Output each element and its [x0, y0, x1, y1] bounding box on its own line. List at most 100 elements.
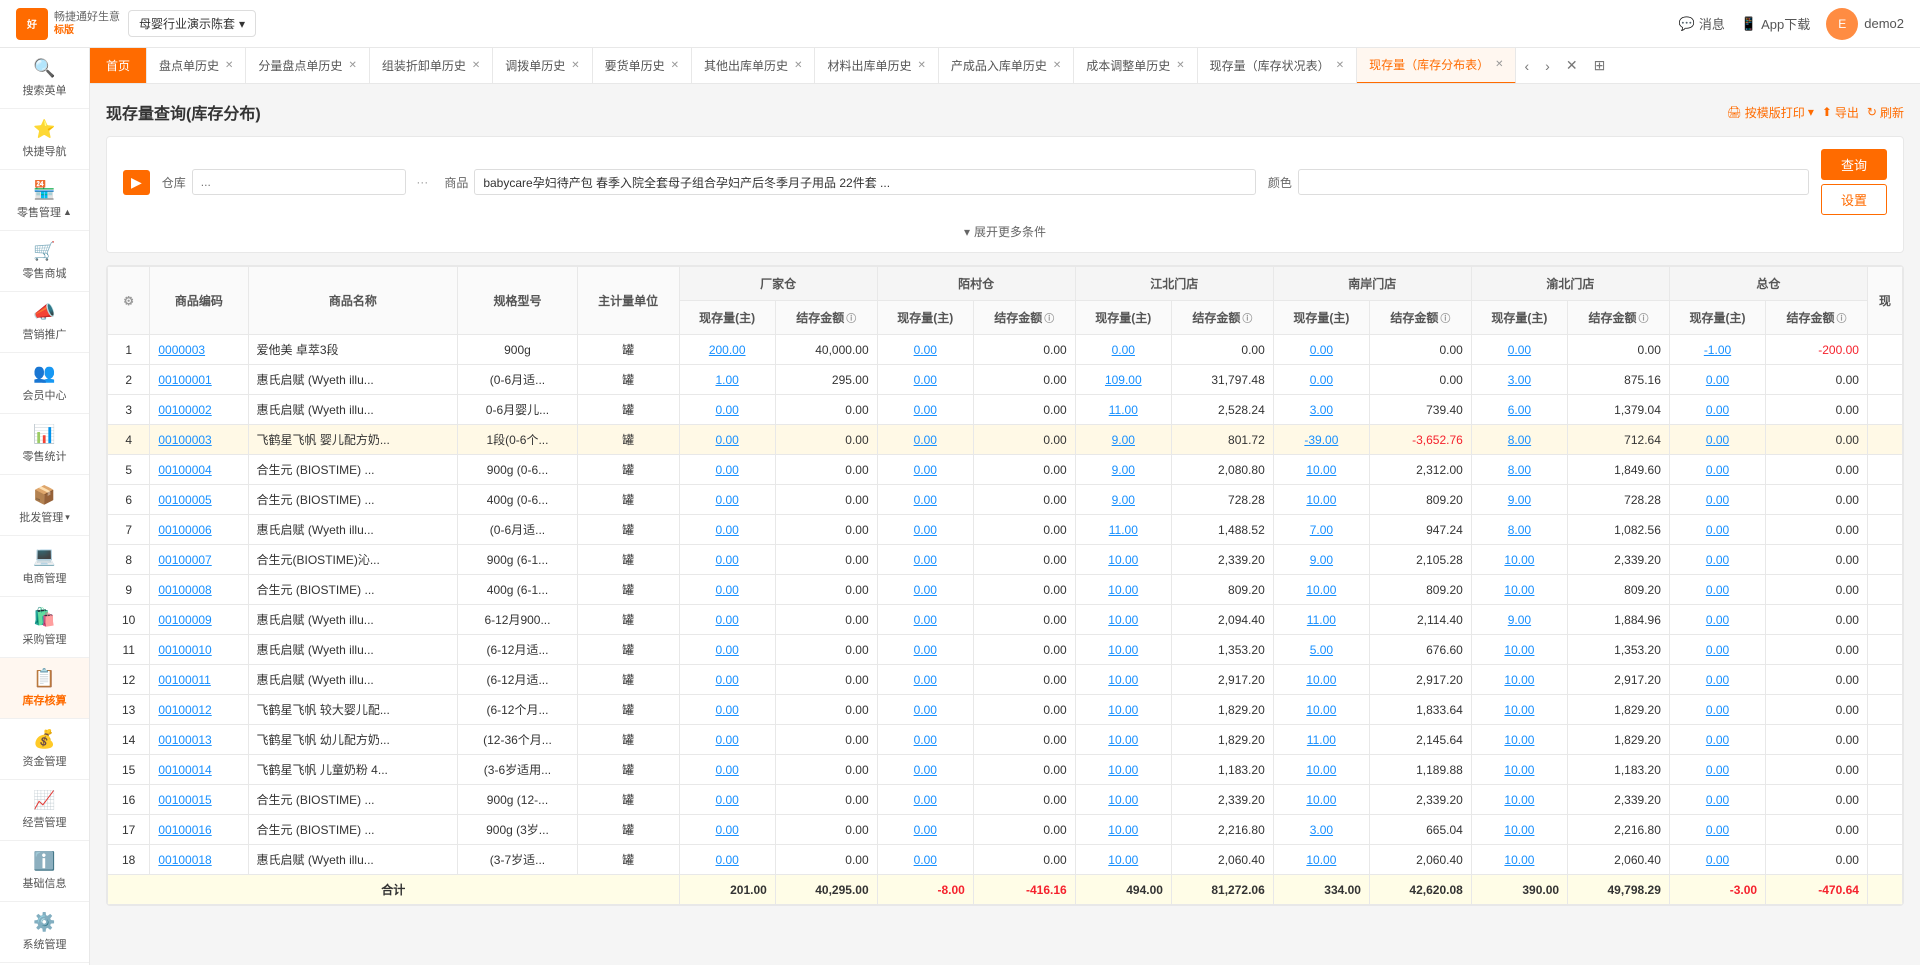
row-changejia-qty[interactable]: 0.00 [679, 785, 775, 815]
row-mucun-qty[interactable]: 0.00 [877, 545, 973, 575]
tab-product-in[interactable]: 产成品入库单历史 ✕ [939, 48, 1074, 84]
row-jiangbei-qty[interactable]: 10.00 [1075, 605, 1171, 635]
tab-close-split-inventory[interactable]: ✕ [348, 60, 356, 71]
row-changejia-qty[interactable]: 0.00 [679, 755, 775, 785]
row-mucun-qty[interactable]: 0.00 [877, 815, 973, 845]
row-code[interactable]: 00100018 [150, 845, 248, 875]
sidebar-item-ecommerce[interactable]: 💻 电商管理 [0, 536, 89, 597]
row-code[interactable]: 00100013 [150, 725, 248, 755]
tab-transfer[interactable]: 调拨单历史 ✕ [493, 48, 592, 84]
row-jiangbei-qty[interactable]: 10.00 [1075, 785, 1171, 815]
row-changejia-qty[interactable]: 0.00 [679, 665, 775, 695]
row-jiangbei-qty[interactable]: 10.00 [1075, 725, 1171, 755]
tab-close-material-out[interactable]: ✕ [917, 60, 925, 71]
row-jiangbei-qty[interactable]: 9.00 [1075, 455, 1171, 485]
tab-current-stock[interactable]: 现存量（库存状况表） ✕ [1198, 48, 1357, 84]
row-mucun-qty[interactable]: 0.00 [877, 695, 973, 725]
row-yubei-qty[interactable]: 10.00 [1471, 845, 1567, 875]
row-jiangbei-qty[interactable]: 10.00 [1075, 695, 1171, 725]
row-mucun-qty[interactable]: 0.00 [877, 335, 973, 365]
row-code[interactable]: 00100014 [150, 755, 248, 785]
row-jiangbei-qty[interactable]: 10.00 [1075, 635, 1171, 665]
row-yubei-qty[interactable]: 10.00 [1471, 815, 1567, 845]
row-mucun-qty[interactable]: 0.00 [877, 785, 973, 815]
row-code[interactable]: 00100009 [150, 605, 248, 635]
row-changejia-qty[interactable]: 0.00 [679, 605, 775, 635]
row-nanan-qty[interactable]: 5.00 [1273, 635, 1369, 665]
row-nanan-qty[interactable]: 10.00 [1273, 575, 1369, 605]
row-mucun-qty[interactable]: 0.00 [877, 845, 973, 875]
industry-select[interactable]: 母婴行业演示陈套 ▾ [128, 10, 256, 37]
sidebar-item-purchase[interactable]: 🛍️ 采购管理 [0, 597, 89, 658]
row-jiangbei-qty[interactable]: 0.00 [1075, 335, 1171, 365]
row-jiangbei-qty[interactable]: 10.00 [1075, 545, 1171, 575]
row-zongcang-qty[interactable]: 0.00 [1669, 575, 1765, 605]
row-mucun-qty[interactable]: 0.00 [877, 485, 973, 515]
info-icon4[interactable]: ⓘ [1440, 314, 1450, 325]
row-jiangbei-qty[interactable]: 10.00 [1075, 575, 1171, 605]
row-yubei-qty[interactable]: 10.00 [1471, 545, 1567, 575]
row-yubei-qty[interactable]: 3.00 [1471, 365, 1567, 395]
row-mucun-qty[interactable]: 0.00 [877, 395, 973, 425]
tab-close-other-out[interactable]: ✕ [794, 60, 802, 71]
row-yubei-qty[interactable]: 10.00 [1471, 695, 1567, 725]
row-changejia-qty[interactable]: 1.00 [679, 365, 775, 395]
info-icon1[interactable]: ⓘ [846, 314, 856, 325]
info-icon5[interactable]: ⓘ [1638, 314, 1648, 325]
row-jiangbei-qty[interactable]: 9.00 [1075, 485, 1171, 515]
row-changejia-qty[interactable]: 0.00 [679, 575, 775, 605]
row-changejia-qty[interactable]: 0.00 [679, 845, 775, 875]
row-nanan-qty[interactable]: 10.00 [1273, 485, 1369, 515]
row-zongcang-qty[interactable]: 0.00 [1669, 815, 1765, 845]
row-zongcang-qty[interactable]: 0.00 [1669, 695, 1765, 725]
warehouse-input[interactable] [192, 169, 407, 195]
row-nanan-qty[interactable]: 10.00 [1273, 845, 1369, 875]
row-nanan-qty[interactable]: 11.00 [1273, 725, 1369, 755]
setting-btn[interactable]: 设置 [1821, 184, 1887, 215]
row-changejia-qty[interactable]: 0.00 [679, 515, 775, 545]
sidebar-item-operations[interactable]: 📈 经营管理 [0, 780, 89, 841]
sidebar-item-retail-mgmt[interactable]: 🏪 零售管理 ▲ [0, 170, 89, 231]
row-code[interactable]: 00100016 [150, 815, 248, 845]
row-nanan-qty[interactable]: 10.00 [1273, 695, 1369, 725]
row-code[interactable]: 00100012 [150, 695, 248, 725]
expand-more-btn[interactable]: ▾ 展开更多条件 [123, 223, 1887, 240]
row-yubei-qty[interactable]: 10.00 [1471, 635, 1567, 665]
sidebar-item-member[interactable]: 👥 会员中心 [0, 353, 89, 414]
row-nanan-qty[interactable]: 11.00 [1273, 605, 1369, 635]
export-btn[interactable]: ⬆ 导出 [1822, 104, 1859, 121]
row-mucun-qty[interactable]: 0.00 [877, 725, 973, 755]
row-zongcang-qty[interactable]: 0.00 [1669, 485, 1765, 515]
row-nanan-qty[interactable]: 3.00 [1273, 815, 1369, 845]
info-icon3[interactable]: ⓘ [1242, 314, 1252, 325]
tab-menu-btn[interactable]: ⊞ [1586, 48, 1614, 84]
row-zongcang-qty[interactable]: 0.00 [1669, 545, 1765, 575]
sidebar-item-wholesale[interactable]: 📦 批发管理 ▾ [0, 475, 89, 536]
row-jiangbei-qty[interactable]: 11.00 [1075, 515, 1171, 545]
row-zongcang-qty[interactable]: 0.00 [1669, 455, 1765, 485]
row-nanan-qty[interactable]: 3.00 [1273, 395, 1369, 425]
row-yubei-qty[interactable]: 6.00 [1471, 395, 1567, 425]
tab-cost-adjust[interactable]: 成本调整单历史 ✕ [1074, 48, 1197, 84]
row-jiangbei-qty[interactable]: 10.00 [1075, 815, 1171, 845]
tab-close-assembly[interactable]: ✕ [472, 60, 480, 71]
row-yubei-qty[interactable]: 10.00 [1471, 785, 1567, 815]
row-zongcang-qty[interactable]: 0.00 [1669, 635, 1765, 665]
tab-close-cost-adjust[interactable]: ✕ [1176, 60, 1184, 71]
tab-stock-dist[interactable]: 现存量（库存分布表） ✕ [1357, 48, 1516, 84]
sidebar-item-inventory[interactable]: 📋 库存核算 [0, 658, 89, 719]
row-mucun-qty[interactable]: 0.00 [877, 455, 973, 485]
row-changejia-qty[interactable]: 0.00 [679, 815, 775, 845]
row-code[interactable]: 00100011 [150, 665, 248, 695]
row-code[interactable]: 00100003 [150, 425, 248, 455]
row-yubei-qty[interactable]: 8.00 [1471, 515, 1567, 545]
row-mucun-qty[interactable]: 0.00 [877, 755, 973, 785]
row-zongcang-qty[interactable]: 0.00 [1669, 785, 1765, 815]
color-input[interactable] [1298, 169, 1809, 195]
row-code[interactable]: 00100004 [150, 455, 248, 485]
refresh-btn[interactable]: ↻ 刷新 [1867, 104, 1904, 121]
row-code[interactable]: 00100010 [150, 635, 248, 665]
row-changejia-qty[interactable]: 200.00 [679, 335, 775, 365]
row-jiangbei-qty[interactable]: 10.00 [1075, 845, 1171, 875]
tab-close-product-in[interactable]: ✕ [1053, 60, 1061, 71]
